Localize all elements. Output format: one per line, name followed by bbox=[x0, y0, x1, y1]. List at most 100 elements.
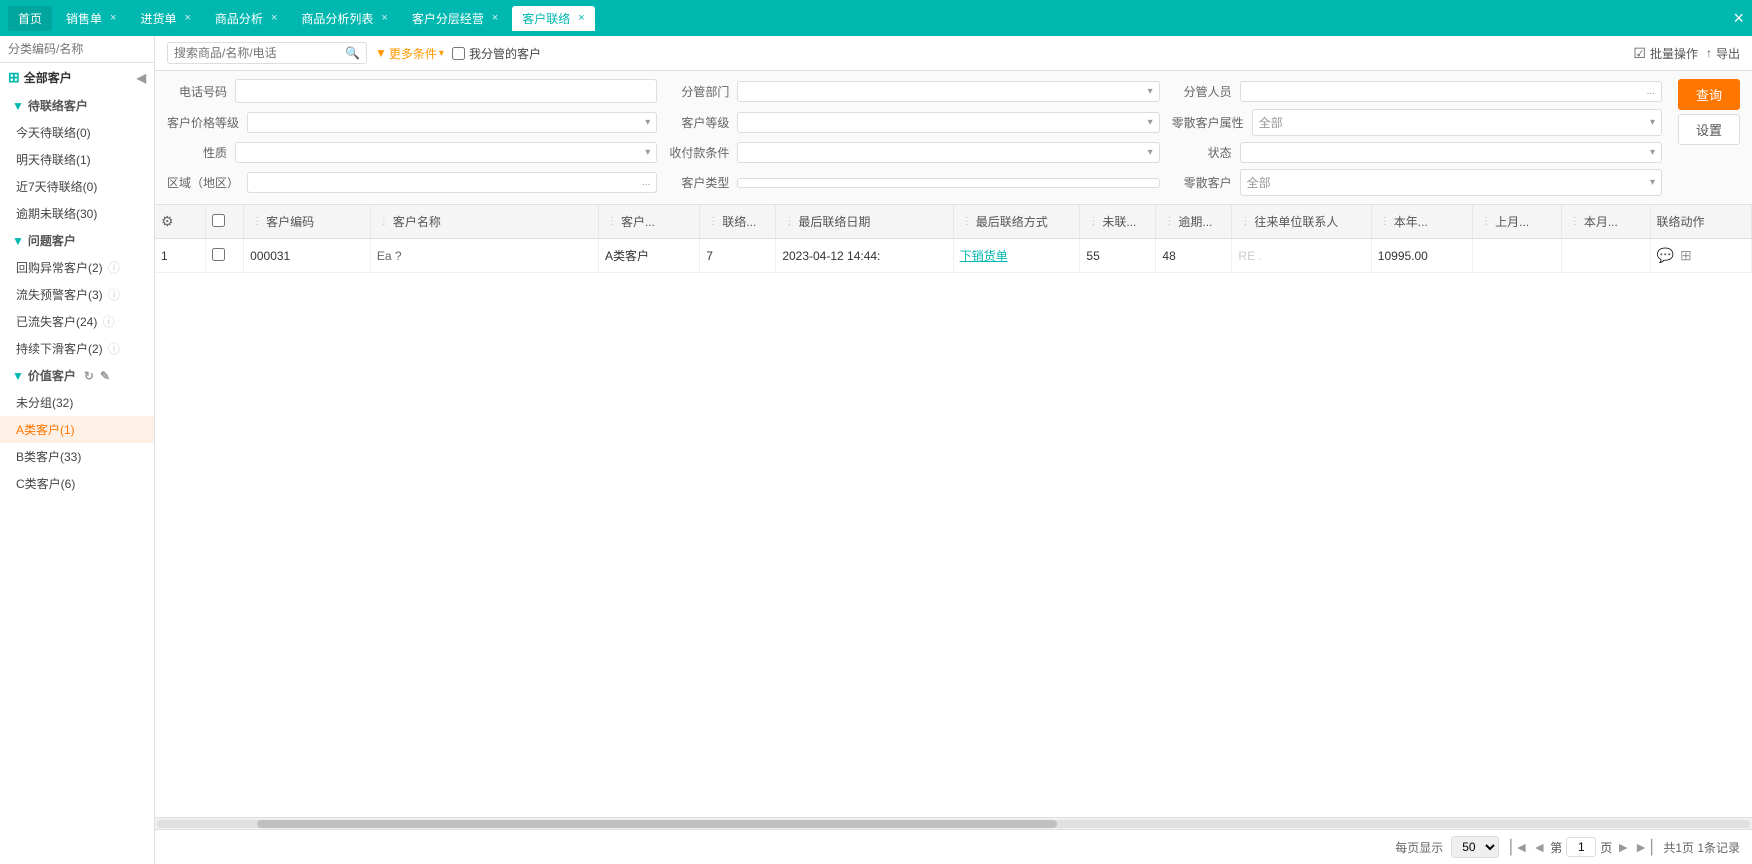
phone-label: 电话号码 bbox=[167, 83, 227, 100]
retail-attr-select[interactable]: 全部 ▾ bbox=[1252, 109, 1662, 136]
sidebar-all-customers[interactable]: ⊞ 全部客户 ◀ bbox=[0, 63, 154, 92]
sidebar-continue-decline[interactable]: 持续下滑客户(2) ⓘ bbox=[0, 335, 154, 362]
phone-input[interactable] bbox=[235, 79, 657, 103]
page-prev-btn[interactable]: ◄ bbox=[1532, 839, 1546, 855]
total-records: 共1页 1条记录 bbox=[1663, 839, 1740, 856]
horizontal-scrollbar[interactable] bbox=[155, 817, 1752, 829]
sidebar-class-a[interactable]: A类客户(1) bbox=[0, 416, 154, 443]
filter-group-area: 区域（地区） ... bbox=[167, 172, 657, 193]
resize-handle[interactable]: ⋮ bbox=[1240, 216, 1250, 227]
sidebar-pending-contact[interactable]: ▼ 待联络客户 bbox=[0, 92, 154, 119]
retail-customer-select[interactable]: 全部 ▾ bbox=[1240, 169, 1662, 196]
refresh-icon[interactable]: ↻ bbox=[84, 369, 94, 383]
cell-no-contact: 55 bbox=[1080, 239, 1156, 273]
sidebar-lost-warning[interactable]: 流失预警客户(3) ⓘ bbox=[0, 281, 154, 308]
manager-select[interactable]: ... bbox=[1240, 81, 1662, 102]
scrollbar-thumb[interactable] bbox=[257, 820, 1057, 828]
nav-tab-analysis-list[interactable]: 商品分析列表 × bbox=[291, 6, 397, 31]
close-icon[interactable]: × bbox=[578, 12, 584, 24]
payment-select[interactable]: ▾ bbox=[737, 142, 1159, 163]
nav-tab-customer-ops[interactable]: 客户分层经营 × bbox=[402, 6, 508, 31]
page-first-btn[interactable]: ⎮◄ bbox=[1507, 839, 1528, 856]
dropdown-icon: ▾ bbox=[1148, 86, 1153, 97]
resize-handle[interactable]: ⋮ bbox=[1088, 216, 1098, 227]
resize-handle[interactable]: ⋮ bbox=[1481, 216, 1491, 227]
close-icon[interactable]: × bbox=[492, 12, 498, 24]
resize-handle[interactable]: ⋮ bbox=[962, 216, 972, 227]
close-icon[interactable]: × bbox=[184, 12, 190, 24]
filter-group-retail: 零散客户 全部 ▾ bbox=[1172, 169, 1662, 196]
sidebar-unclassified[interactable]: 未分组(32) bbox=[0, 389, 154, 416]
dept-select[interactable]: ▾ bbox=[737, 81, 1159, 102]
col-checkbox[interactable] bbox=[206, 205, 244, 239]
sidebar-overdue[interactable]: 逾期未联络(30) bbox=[0, 200, 154, 227]
cell-last-date: 2023-04-12 14:44: bbox=[776, 239, 953, 273]
area-select[interactable]: ... bbox=[247, 172, 657, 193]
resize-handle[interactable]: ⋮ bbox=[1164, 216, 1174, 227]
app-close-button[interactable]: × bbox=[1733, 8, 1744, 29]
scrollbar-track[interactable] bbox=[157, 820, 1750, 828]
col-action: 联络动作 bbox=[1650, 205, 1751, 239]
resize-handle[interactable]: ⋮ bbox=[607, 216, 617, 227]
edit-icon[interactable]: ✎ bbox=[100, 369, 110, 383]
resize-handle[interactable]: ⋮ bbox=[379, 216, 389, 227]
retail-attr-label: 零散客户属性 bbox=[1172, 114, 1244, 131]
cell-last-method[interactable]: 下销货单 bbox=[953, 239, 1080, 273]
filter-search-input[interactable] bbox=[174, 46, 341, 60]
page-num-input[interactable] bbox=[1566, 837, 1596, 857]
sidebar-class-c[interactable]: C类客户(6) bbox=[0, 470, 154, 497]
resize-handle[interactable]: ⋮ bbox=[1380, 216, 1390, 227]
sidebar-search-input[interactable] bbox=[8, 42, 155, 56]
sidebar-repeat-abnormal[interactable]: 回购异常客户(2) ⓘ bbox=[0, 254, 154, 281]
sidebar-tomorrow[interactable]: 明天待联络(1) bbox=[0, 146, 154, 173]
sidebar-already-lost[interactable]: 已流失客户(24) ⓘ bbox=[0, 308, 154, 335]
page-label: 第 bbox=[1550, 839, 1562, 856]
page-size-select[interactable]: 50 bbox=[1451, 836, 1499, 858]
search-icon[interactable]: 🔍 bbox=[345, 46, 360, 60]
sidebar-near7[interactable]: 近7天待联络(0) bbox=[0, 173, 154, 200]
sidebar-class-b[interactable]: B类客户(33) bbox=[0, 443, 154, 470]
page-size-label: 每页显示 bbox=[1395, 839, 1443, 856]
nav-tab-analysis[interactable]: 商品分析 × bbox=[205, 6, 287, 31]
my-customers-checkbox[interactable]: 我分管的客户 bbox=[452, 45, 541, 62]
sidebar-value-customers[interactable]: ▼ 价值客户 ↻ ✎ bbox=[0, 362, 154, 389]
sidebar: 🔍 ⊞ 全部客户 ◀ ▼ 待联络客户 今天待联络(0) 明天待联络(1) 近7天… bbox=[0, 36, 155, 864]
customer-level-select[interactable]: ▾ bbox=[737, 112, 1159, 133]
filter-group-customer-type: 客户类型 bbox=[669, 174, 1159, 191]
page-last-btn[interactable]: ►⎮ bbox=[1634, 839, 1655, 856]
customer-type-select[interactable] bbox=[737, 178, 1159, 188]
chat-icon[interactable]: 💬 bbox=[1657, 247, 1674, 264]
gear-icon[interactable]: ⚙ bbox=[161, 213, 174, 229]
col-customer-type: ⋮客户... bbox=[598, 205, 699, 239]
sidebar-problem-customers[interactable]: ▼ 问题客户 bbox=[0, 227, 154, 254]
nav-home[interactable]: 首页 bbox=[8, 6, 52, 31]
close-icon[interactable]: × bbox=[271, 12, 277, 24]
area-label: 区域（地区） bbox=[167, 174, 239, 191]
nav-tab-customer-contact[interactable]: 客户联络 × bbox=[512, 6, 594, 31]
settings-button[interactable]: 设置 bbox=[1678, 114, 1740, 145]
collapse-icon[interactable]: ◀ bbox=[137, 71, 146, 85]
filter-more-btn[interactable]: ▼ 更多条件 ▾ bbox=[375, 45, 444, 62]
resize-handle[interactable]: ⋮ bbox=[1570, 216, 1580, 227]
nav-tab-purchase[interactable]: 进货单 × bbox=[130, 6, 200, 31]
query-button[interactable]: 查询 bbox=[1678, 79, 1740, 110]
select-all-checkbox[interactable] bbox=[212, 214, 225, 227]
resize-handle[interactable]: ⋮ bbox=[784, 216, 794, 227]
sidebar-today[interactable]: 今天待联络(0) bbox=[0, 119, 154, 146]
cell-checkbox[interactable] bbox=[206, 239, 244, 273]
page-next-btn[interactable]: ► bbox=[1616, 839, 1630, 855]
resize-handle[interactable]: ⋮ bbox=[708, 216, 718, 227]
price-level-select[interactable]: ▾ bbox=[247, 112, 657, 133]
grid-action-icon[interactable]: ⊞ bbox=[1680, 247, 1692, 264]
close-icon[interactable]: × bbox=[381, 12, 387, 24]
batch-operation-btn[interactable]: ☑ 批量操作 bbox=[1633, 45, 1698, 62]
export-btn[interactable]: ↑ 导出 bbox=[1706, 45, 1740, 62]
status-select[interactable]: ▾ bbox=[1240, 142, 1662, 163]
col-settings[interactable]: ⚙ bbox=[155, 205, 206, 239]
resize-handle[interactable]: ⋮ bbox=[252, 216, 262, 227]
close-icon[interactable]: × bbox=[110, 12, 116, 24]
nav-tab-sales[interactable]: 销售单 × bbox=[56, 6, 126, 31]
export-icon: ↑ bbox=[1706, 46, 1712, 60]
content-area: 🔍 ▼ 更多条件 ▾ 我分管的客户 ☑ 批量操作 ↑ 导出 bbox=[155, 36, 1752, 864]
nature-select[interactable]: ▾ bbox=[235, 142, 657, 163]
